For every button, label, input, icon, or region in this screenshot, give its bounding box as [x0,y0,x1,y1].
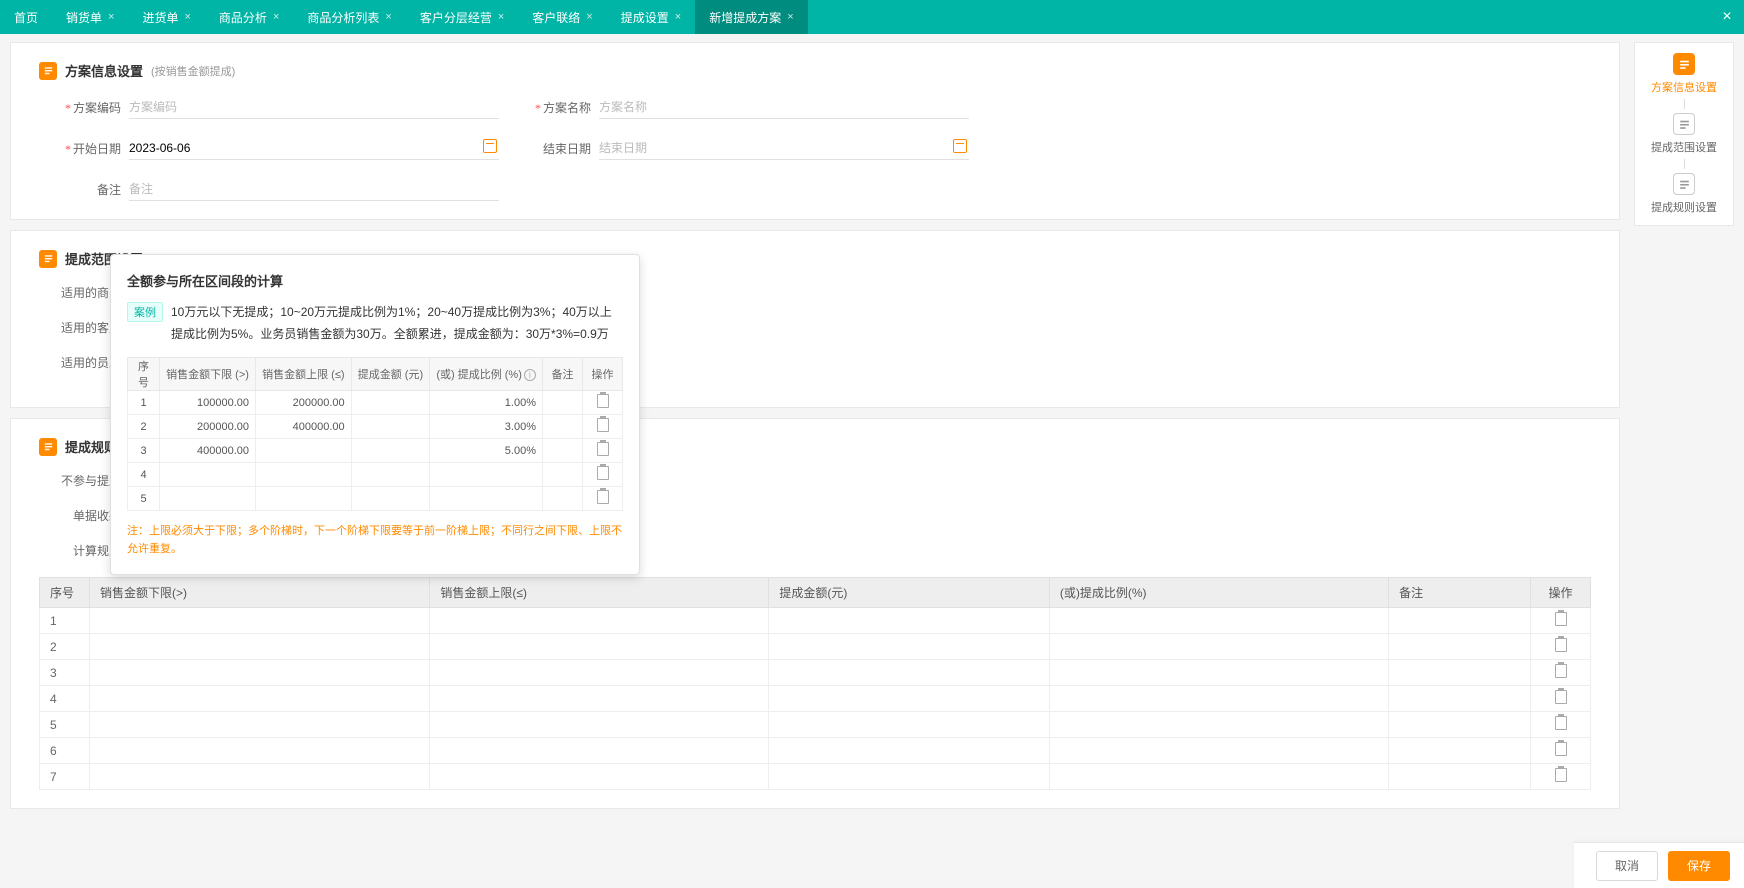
calendar-icon[interactable] [953,139,967,153]
delete-icon[interactable] [597,466,609,480]
table-row: 7 [40,764,1591,790]
table-row: 1 [40,608,1591,634]
tab-sales[interactable]: 销货单× [52,0,128,34]
close-icon[interactable]: × [385,11,391,23]
table-row: 6 [40,738,1591,764]
example-text: 10万元以下无提成；10~20万元提成比例为1%；20~40万提成比例为3%；4… [171,302,623,345]
tab-new-commission[interactable]: 新增提成方案× [695,0,807,34]
panel-plan-info: 方案信息设置 (按销售金额提成) *方案编码 *方案名称 *开始日期 结束日期 [10,42,1620,220]
anchor-icon[interactable] [1673,113,1695,135]
tooltip-title: 全额参与所在区间段的计算 [127,271,623,290]
section-icon [39,250,57,268]
delete-icon[interactable] [1555,612,1567,626]
anchor-icon[interactable] [1673,53,1695,75]
remark-input[interactable] [129,182,499,196]
tooltip-note: 注：上限必须大于下限；多个阶梯时，下一个阶梯下限要等于前一阶梯上限；不同行之间下… [127,523,623,558]
tab-cust-contact[interactable]: 客户联络× [518,0,606,34]
tab-home[interactable]: 首页 [0,0,52,34]
close-icon[interactable]: × [184,11,190,23]
example-table: 序号 销售金额下限 (>) 销售金额上限 (≤) 提成金额 (元) (或) 提成… [127,357,623,511]
end-date-input[interactable] [599,141,969,155]
anchor-rules[interactable]: 提成规则设置 [1651,199,1717,215]
tab-goods-list[interactable]: 商品分析列表× [293,0,405,34]
tab-purchase[interactable]: 进货单× [128,0,204,34]
delete-icon[interactable] [597,442,609,456]
delete-icon[interactable] [597,490,609,504]
panel-subtitle: (按销售金额提成) [151,63,235,79]
delete-icon[interactable] [597,394,609,408]
close-icon[interactable]: × [273,11,279,23]
delete-icon[interactable] [1555,716,1567,730]
close-icon[interactable]: × [675,11,681,23]
anchor-scope[interactable]: 提成范围设置 [1651,139,1717,155]
tab-commission-settings[interactable]: 提成设置× [607,0,695,34]
delete-icon[interactable] [597,418,609,432]
close-icon[interactable]: × [787,11,793,23]
tab-goods-analysis[interactable]: 商品分析× [205,0,293,34]
plan-code-input[interactable] [129,100,499,114]
commission-table: 序号 销售金额下限(>) 销售金额上限(≤) 提成金额(元) (或)提成比例(%… [39,577,1591,790]
example-badge: 案例 [127,302,163,322]
example-tooltip: 全额参与所在区间段的计算 案例 10万元以下无提成；10~20万元提成比例为1%… [110,254,640,575]
section-icon [39,62,57,80]
delete-icon[interactable] [1555,690,1567,704]
panel-title: 方案信息设置 [65,61,143,80]
calendar-icon[interactable] [483,139,497,153]
close-all-icon[interactable]: × [1710,0,1744,34]
table-row: 2 [40,634,1591,660]
close-icon[interactable]: × [586,11,592,23]
anchor-icon[interactable] [1673,173,1695,195]
anchor-plan-info[interactable]: 方案信息设置 [1651,79,1717,95]
info-icon[interactable]: i [524,369,536,381]
save-button[interactable]: 保存 [1668,851,1730,881]
table-row: 3 [40,660,1591,686]
cancel-button[interactable]: 取消 [1596,851,1658,881]
table-row: 4 [40,686,1591,712]
section-icon [39,438,57,456]
anchor-nav: 方案信息设置 提成范围设置 提成规则设置 [1634,42,1734,226]
close-icon[interactable]: × [108,11,114,23]
delete-icon[interactable] [1555,638,1567,652]
tab-bar: 首页 销货单× 进货单× 商品分析× 商品分析列表× 客户分层经营× 客户联络×… [0,0,1744,34]
plan-name-input[interactable] [599,100,969,114]
delete-icon[interactable] [1555,742,1567,756]
start-date-input[interactable] [129,141,499,155]
table-row: 5 [40,712,1591,738]
footer-bar: 取消 保存 [1574,842,1744,888]
delete-icon[interactable] [1555,664,1567,678]
delete-icon[interactable] [1555,768,1567,782]
close-icon[interactable]: × [498,11,504,23]
tab-cust-tier[interactable]: 客户分层经营× [406,0,518,34]
